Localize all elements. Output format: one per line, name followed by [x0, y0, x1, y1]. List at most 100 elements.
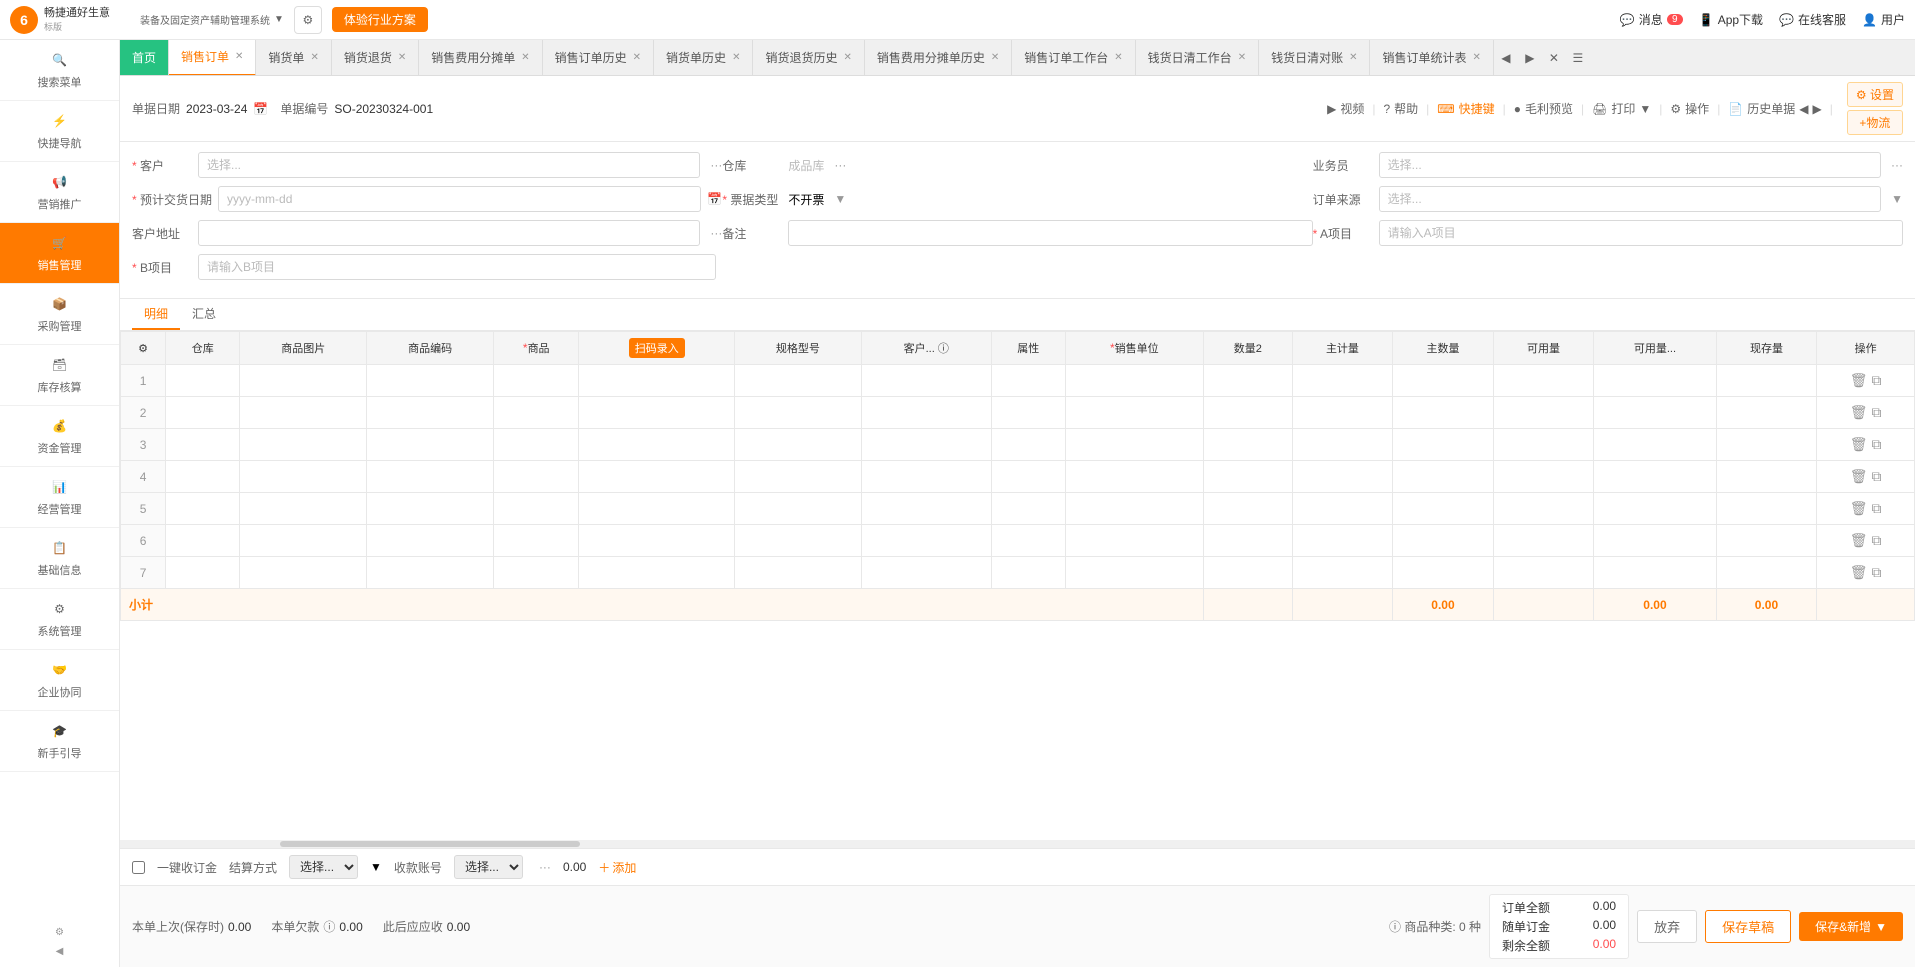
- sidebar-item-basic[interactable]: 📋 基础信息: [0, 528, 119, 589]
- save-draft-button[interactable]: 保存草稿: [1705, 910, 1791, 943]
- copy-icon[interactable]: ⧉: [1872, 500, 1882, 517]
- tab-sales-expense[interactable]: 销售费用分摊单 ✕: [419, 40, 542, 76]
- tab-close-icon[interactable]: ✕: [1238, 52, 1246, 63]
- tab-sales-order[interactable]: 销售订单 ✕: [169, 40, 256, 76]
- discard-button[interactable]: 放弃: [1637, 910, 1697, 943]
- user-button[interactable]: 👤 用户: [1862, 11, 1905, 28]
- ops-btn[interactable]: ⚙ 操作: [1670, 100, 1709, 117]
- copy-icon[interactable]: ⧉: [1872, 404, 1882, 421]
- save-new-button[interactable]: 保存&新增 ▼: [1799, 912, 1903, 941]
- history-btn[interactable]: 📄 历史单据 ◀▶: [1728, 100, 1821, 117]
- tab-close-icon[interactable]: ✕: [235, 51, 243, 62]
- tab-sales-invoice[interactable]: 销货单 ✕: [256, 40, 331, 76]
- note-input[interactable]: [788, 220, 1312, 246]
- customer-input[interactable]: [198, 152, 700, 178]
- tab-close-all-btn[interactable]: ✕: [1542, 40, 1566, 76]
- date-value[interactable]: 2023-03-24: [186, 102, 247, 116]
- delete-icon[interactable]: 🗑: [1850, 404, 1868, 421]
- tab-sales-return[interactable]: 销货退货 ✕: [332, 40, 419, 76]
- tab-close-icon[interactable]: ✕: [991, 52, 999, 63]
- tab-home[interactable]: 首页: [120, 40, 169, 76]
- tab-close-icon[interactable]: ✕: [633, 52, 641, 63]
- project-b-input[interactable]: [198, 254, 716, 280]
- tab-menu-btn[interactable]: ☰: [1566, 40, 1590, 76]
- tab-close-icon[interactable]: ✕: [521, 52, 529, 63]
- tab-next-btn[interactable]: ▶: [1518, 40, 1542, 76]
- customer-dots[interactable]: ···: [710, 158, 722, 172]
- copy-icon[interactable]: ⧉: [1872, 564, 1882, 581]
- tab-close-icon[interactable]: ✕: [1349, 52, 1357, 63]
- copy-icon[interactable]: ⧉: [1872, 372, 1882, 389]
- tab-sales-order-history[interactable]: 销售订单历史 ✕: [543, 40, 654, 76]
- view-btn[interactable]: ▶ 视频: [1327, 100, 1364, 117]
- tab-invoice-history[interactable]: 销货单历史 ✕: [654, 40, 753, 76]
- add-logistics-button[interactable]: +物流: [1847, 110, 1903, 135]
- warehouse-dots[interactable]: ···: [834, 158, 846, 172]
- tab-return-history[interactable]: 销货退货历史 ✕: [753, 40, 864, 76]
- sidebar-item-operations[interactable]: 📊 经营管理: [0, 467, 119, 528]
- delete-icon[interactable]: 🗑: [1850, 564, 1868, 581]
- sidebar-item-system[interactable]: ⚙ 系统管理: [0, 589, 119, 650]
- col-barcode[interactable]: 扫码录入: [579, 332, 735, 365]
- sidebar-item-finance[interactable]: 💰 资金管理: [0, 406, 119, 467]
- address-dots[interactable]: ···: [710, 226, 722, 240]
- sidebar-item-marketing[interactable]: 📢 营销推广: [0, 162, 119, 223]
- sidebar-item-guide[interactable]: 🎓 新手引导: [0, 711, 119, 772]
- sidebar-item-sales[interactable]: 🛒 销售管理: [0, 223, 119, 284]
- solution-button[interactable]: 体验行业方案: [332, 7, 428, 32]
- account-dots[interactable]: ···: [539, 860, 551, 874]
- system-title[interactable]: 装备及固定资产辅助管理系统 ▼: [140, 12, 284, 27]
- order-source-input[interactable]: [1379, 186, 1881, 212]
- address-input[interactable]: [198, 220, 700, 246]
- delete-icon[interactable]: 🗑: [1850, 468, 1868, 485]
- barcode-btn[interactable]: 扫码录入: [629, 338, 685, 358]
- sidebar-item-purchase[interactable]: 📦 采购管理: [0, 284, 119, 345]
- sidebar-collapse-btn[interactable]: ◀: [56, 946, 64, 957]
- delivery-input[interactable]: [218, 186, 701, 212]
- delete-icon[interactable]: 🗑: [1850, 500, 1868, 517]
- copy-icon[interactable]: ⧉: [1872, 468, 1882, 485]
- col-settings[interactable]: ⚙: [121, 332, 166, 365]
- delete-icon[interactable]: 🗑: [1850, 436, 1868, 453]
- gear-button[interactable]: ⚙: [294, 6, 322, 34]
- sidebar-item-collab[interactable]: 🤝 企业协同: [0, 650, 119, 711]
- sidebar-settings-btn[interactable]: ⚙: [55, 927, 64, 938]
- help-btn[interactable]: ? 帮助: [1383, 100, 1418, 117]
- salesperson-dots[interactable]: ···: [1891, 158, 1903, 172]
- tab-cashflow-workbench[interactable]: 钱货日清工作台 ✕: [1136, 40, 1259, 76]
- detail-tab-huizong[interactable]: 汇总: [180, 299, 228, 330]
- tab-workbench[interactable]: 销售订单工作台 ✕: [1012, 40, 1135, 76]
- tab-close-icon[interactable]: ✕: [732, 52, 740, 63]
- salesperson-input[interactable]: [1379, 152, 1881, 178]
- order-source-arrow[interactable]: ▼: [1891, 192, 1903, 206]
- account-select[interactable]: 选择...: [454, 855, 523, 879]
- sidebar-item-inventory[interactable]: 🗃 库存核算: [0, 345, 119, 406]
- tab-close-icon[interactable]: ✕: [310, 52, 318, 63]
- tab-close-icon[interactable]: ✕: [843, 52, 851, 63]
- payment-method-select[interactable]: 选择...: [289, 855, 358, 879]
- profit-btn[interactable]: ● 毛利预览: [1514, 100, 1573, 117]
- copy-icon[interactable]: ⧉: [1872, 436, 1882, 453]
- tab-expense-history[interactable]: 销售费用分摊单历史 ✕: [865, 40, 1012, 76]
- detail-tab-mingxi[interactable]: 明细: [132, 299, 180, 330]
- copy-icon[interactable]: ⧉: [1872, 532, 1882, 549]
- tab-stats[interactable]: 销售订单统计表 ✕: [1370, 40, 1493, 76]
- delete-icon[interactable]: 🗑: [1850, 532, 1868, 549]
- shortcut-btn[interactable]: ⌨ 快捷键: [1437, 100, 1494, 117]
- tab-close-icon[interactable]: ✕: [398, 52, 406, 63]
- sidebar-item-search[interactable]: 🔍 搜索菜单: [0, 40, 119, 101]
- print-btn[interactable]: 🖨 打印 ▼: [1592, 100, 1651, 117]
- one-click-checkbox[interactable]: [132, 861, 145, 874]
- set-button[interactable]: ⚙ 设置: [1847, 82, 1903, 107]
- sidebar-item-nav[interactable]: ⚡ 快捷导航: [0, 101, 119, 162]
- tab-close-icon[interactable]: ✕: [1114, 52, 1122, 63]
- calendar-icon[interactable]: 📅: [253, 102, 268, 116]
- tab-cashflow-reconcile[interactable]: 钱货日清对账 ✕: [1259, 40, 1370, 76]
- horizontal-scrollbar[interactable]: [120, 840, 1915, 848]
- app-download-button[interactable]: 📱 App下载: [1699, 11, 1763, 28]
- project-a-input[interactable]: [1379, 220, 1903, 246]
- delete-icon[interactable]: 🗑: [1850, 372, 1868, 389]
- online-service-button[interactable]: 💬 在线客服: [1779, 11, 1846, 28]
- tab-prev-btn[interactable]: ◀: [1494, 40, 1518, 76]
- tab-close-icon[interactable]: ✕: [1473, 52, 1481, 63]
